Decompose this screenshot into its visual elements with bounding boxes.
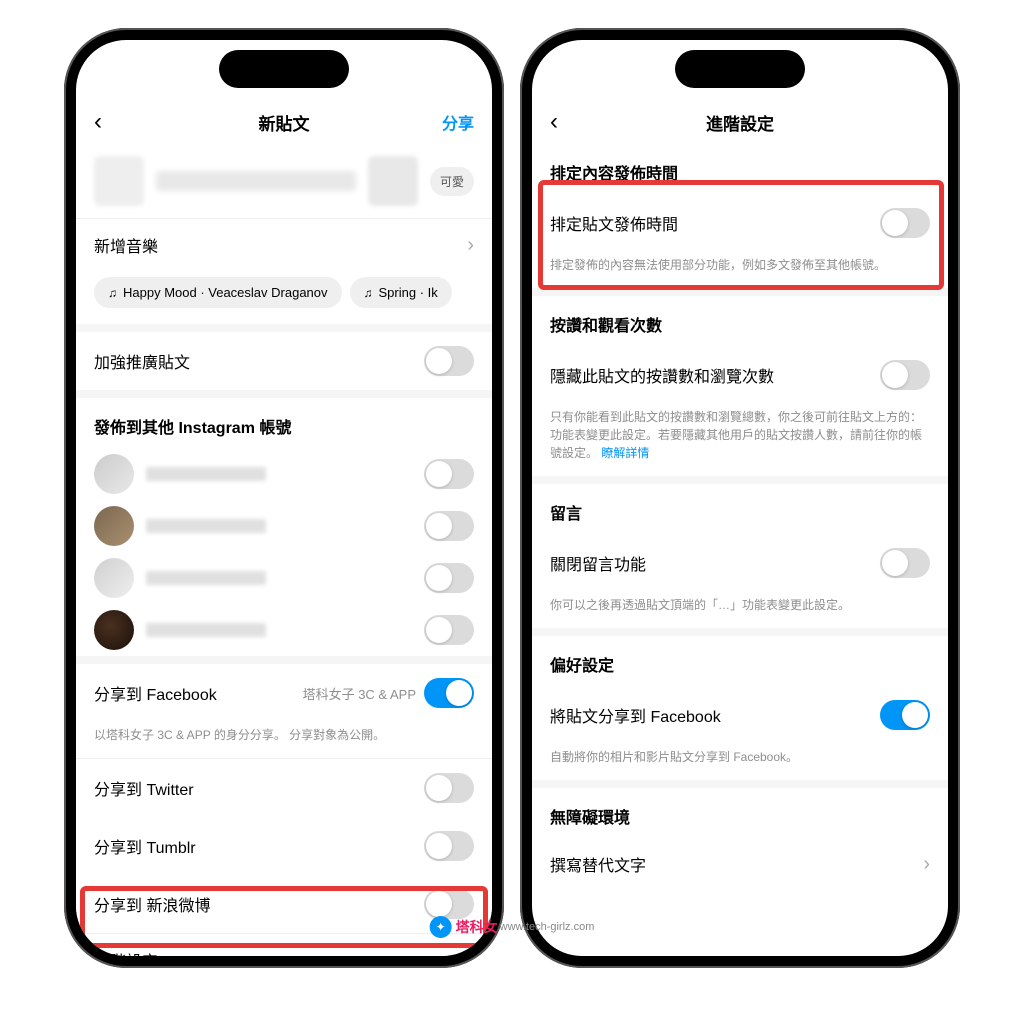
share-to-fb-label: 將貼文分享到 Facebook xyxy=(550,703,721,727)
watermark-text: 塔科女 xyxy=(456,917,498,937)
schedule-header: 排定內容發佈時間 xyxy=(532,144,948,194)
share-twitter-row: 分享到 Twitter xyxy=(76,759,492,817)
hide-likes-toggle[interactable] xyxy=(880,360,930,390)
comments-desc: 你可以之後再透過貼文頂端的「…」功能表變更此設定。 xyxy=(532,592,948,628)
schedule-desc: 排定發佈的內容無法使用部分功能，例如多文發佈至其他帳號。 xyxy=(532,252,948,288)
add-music-row[interactable]: 新增音樂 › xyxy=(76,219,492,271)
chevron-right-icon: › xyxy=(467,949,474,957)
share-to-fb-row: 將貼文分享到 Facebook xyxy=(532,686,948,744)
watermark-url: www.tech-girlz.com xyxy=(500,921,595,933)
avatar xyxy=(94,558,134,598)
music-chips: ♫Happy Mood · Veaceslav Draganov ♫Spring… xyxy=(76,271,492,324)
caption-input[interactable] xyxy=(156,171,356,191)
account-name-blurred xyxy=(146,467,266,481)
music-chip[interactable]: ♫Happy Mood · Veaceslav Draganov xyxy=(94,277,342,308)
share-button[interactable]: 分享 xyxy=(442,110,474,134)
account-name-blurred xyxy=(146,571,266,585)
turn-off-comments-label: 關閉留言功能 xyxy=(550,551,646,575)
boost-post-row: 加強推廣貼文 xyxy=(76,332,492,390)
avatar xyxy=(94,454,134,494)
caption-row: 可愛 xyxy=(76,144,492,218)
weibo-toggle[interactable] xyxy=(424,889,474,919)
account-toggle[interactable] xyxy=(424,459,474,489)
pref-desc: 自動將你的相片和影片貼文分享到 Facebook。 xyxy=(532,744,948,780)
account-name-blurred xyxy=(146,623,266,637)
add-music-label: 新增音樂 xyxy=(94,233,158,257)
schedule-post-row: 排定貼文發佈時間 xyxy=(532,194,948,252)
account-toggle[interactable] xyxy=(424,511,474,541)
music-note-icon: ♫ xyxy=(364,286,373,300)
chevron-right-icon: › xyxy=(467,234,474,257)
boost-toggle[interactable] xyxy=(424,346,474,376)
share-weibo-label: 分享到 新浪微博 xyxy=(94,892,210,916)
phone-left: ‹ 新貼文 分享 可愛 新增音樂 › ♫Happy Mood · Veacesl… xyxy=(64,28,504,968)
post-thumbnail-2[interactable] xyxy=(368,156,418,206)
music-chip[interactable]: ♫Spring · Ik xyxy=(350,277,452,308)
screen-right: ‹ 進階設定 排定內容發佈時間 排定貼文發佈時間 排定發佈的內容無法使用部分功能… xyxy=(532,40,948,956)
account-row xyxy=(76,500,492,552)
schedule-post-label: 排定貼文發佈時間 xyxy=(550,211,678,235)
account-toggle[interactable] xyxy=(424,615,474,645)
header-left: ‹ 新貼文 分享 xyxy=(76,100,492,144)
watermark: ✦ 塔科女 www.tech-girlz.com xyxy=(430,916,595,938)
account-row xyxy=(76,604,492,656)
notch xyxy=(219,50,349,88)
screen-left: ‹ 新貼文 分享 可愛 新增音樂 › ♫Happy Mood · Veacesl… xyxy=(76,40,492,956)
music-note-icon: ♫ xyxy=(108,286,117,300)
watermark-logo-icon: ✦ xyxy=(430,916,452,938)
share-facebook-row: 分享到 Facebook 塔科女子 3C & APP xyxy=(76,664,492,722)
comments-header: 留言 xyxy=(532,484,948,534)
hide-likes-label: 隱藏此貼文的按讚數和瀏覽次數 xyxy=(550,363,774,387)
comments-toggle[interactable] xyxy=(880,548,930,578)
hide-likes-row: 隱藏此貼文的按讚數和瀏覽次數 xyxy=(532,346,948,404)
advanced-settings-label: 進階設定 xyxy=(94,948,158,956)
facebook-page-name: 塔科女子 3C & APP xyxy=(303,684,416,703)
schedule-toggle[interactable] xyxy=(880,208,930,238)
boost-post-label: 加強推廣貼文 xyxy=(94,349,190,373)
turn-off-comments-row: 關閉留言功能 xyxy=(532,534,948,592)
learn-more-link[interactable]: 瞭解詳情 xyxy=(601,446,649,460)
facebook-toggle[interactable] xyxy=(424,678,474,708)
notch xyxy=(675,50,805,88)
content-right: 排定內容發佈時間 排定貼文發佈時間 排定發佈的內容無法使用部分功能，例如多文發佈… xyxy=(532,144,948,956)
phone-right: ‹ 進階設定 排定內容發佈時間 排定貼文發佈時間 排定發佈的內容無法使用部分功能… xyxy=(520,28,960,968)
likes-header: 按讚和觀看次數 xyxy=(532,296,948,346)
page-title: 新貼文 xyxy=(259,110,310,135)
share-tumblr-label: 分享到 Tumblr xyxy=(94,834,196,858)
alt-text-row[interactable]: 撰寫替代文字 › xyxy=(532,838,948,890)
alt-text-label: 撰寫替代文字 xyxy=(550,852,646,876)
account-row xyxy=(76,552,492,604)
account-row xyxy=(76,448,492,500)
account-toggle[interactable] xyxy=(424,563,474,593)
back-icon[interactable]: ‹ xyxy=(94,108,102,136)
share-to-fb-toggle[interactable] xyxy=(880,700,930,730)
avatar xyxy=(94,506,134,546)
page-title: 進階設定 xyxy=(706,110,774,135)
account-name-blurred xyxy=(146,519,266,533)
header-right: ‹ 進階設定 xyxy=(532,100,948,144)
avatar xyxy=(94,610,134,650)
caption-suggestion[interactable]: 可愛 xyxy=(430,167,474,196)
share-facebook-label: 分享到 Facebook xyxy=(94,681,217,705)
post-thumbnail[interactable] xyxy=(94,156,144,206)
other-accounts-header: 發佈到其他 Instagram 帳號 xyxy=(76,398,492,448)
share-twitter-label: 分享到 Twitter xyxy=(94,776,194,800)
facebook-desc: 以塔科女子 3C & APP 的身分分享。 分享對象為公開。 xyxy=(76,722,492,758)
content-left: 可愛 新增音樂 › ♫Happy Mood · Veaceslav Dragan… xyxy=(76,144,492,956)
accessibility-header: 無障礙環境 xyxy=(532,788,948,838)
chevron-right-icon: › xyxy=(923,853,930,876)
twitter-toggle[interactable] xyxy=(424,773,474,803)
back-icon[interactable]: ‹ xyxy=(550,108,558,136)
pref-header: 偏好設定 xyxy=(532,636,948,686)
tumblr-toggle[interactable] xyxy=(424,831,474,861)
share-tumblr-row: 分享到 Tumblr xyxy=(76,817,492,875)
likes-desc: 只有你能看到此貼文的按讚數和瀏覽總數，你之後可前往貼文上方的：功能表變更此設定。… xyxy=(532,404,948,476)
